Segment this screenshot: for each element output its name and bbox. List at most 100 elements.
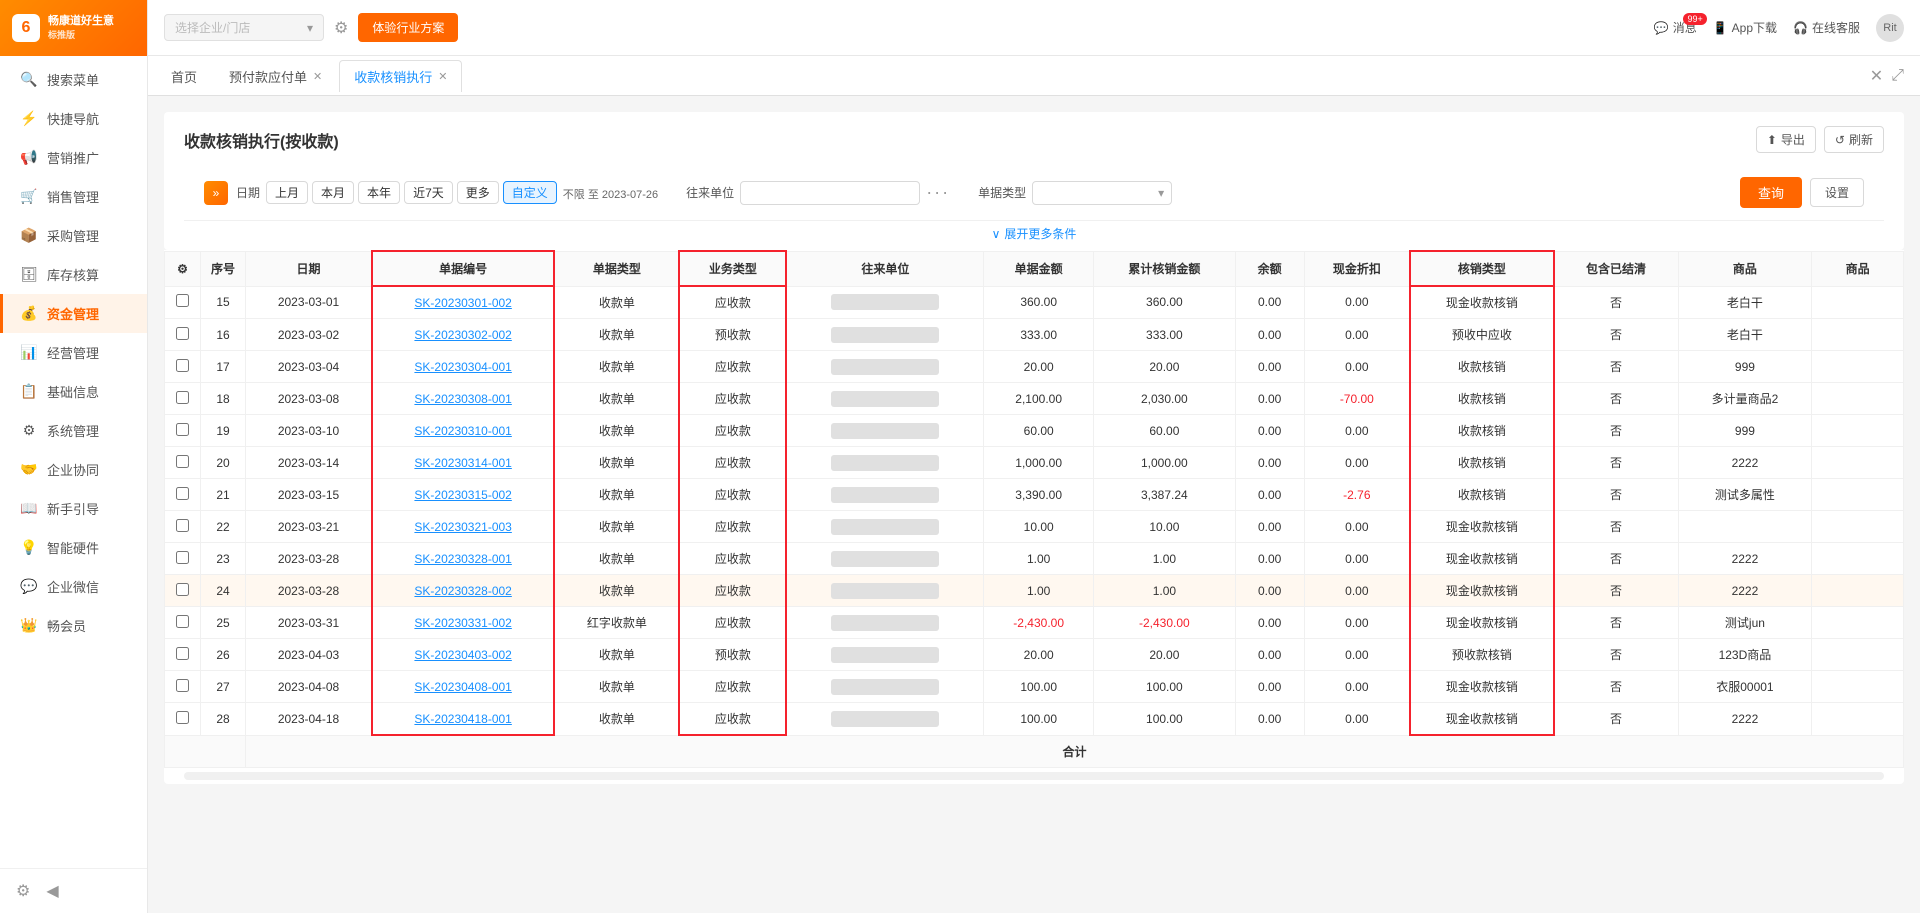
industry-solution-button[interactable]: 体验行业方案 — [358, 13, 458, 42]
tab-home[interactable]: 首页 — [156, 60, 212, 92]
cell-checkbox[interactable] — [165, 575, 201, 607]
expand-more-button[interactable]: ∨ 展开更多条件 — [992, 225, 1077, 242]
sidebar-item-快捷导航[interactable]: ⚡快捷导航 — [0, 99, 147, 138]
table-scroll-bar[interactable] — [184, 772, 1884, 780]
voucher-no-link[interactable]: SK-20230403-002 — [414, 648, 511, 662]
voucher-no-link[interactable]: SK-20230408-001 — [414, 680, 511, 694]
partner-dots[interactable]: ··· — [926, 182, 950, 203]
cell-voucher-type: 收款单 — [554, 575, 679, 607]
voucher-no-link[interactable]: SK-20230321-003 — [414, 520, 511, 534]
message-button[interactable]: 💬 消息 99+ — [1654, 19, 1697, 36]
cell-checkbox[interactable] — [165, 607, 201, 639]
tab-prepayment[interactable]: 预付款应付单 ✕ — [214, 60, 337, 92]
voucher-no-link[interactable]: SK-20230302-002 — [414, 328, 511, 342]
sidebar-item-销售管理[interactable]: 🛒销售管理 — [0, 177, 147, 216]
cell-checkbox[interactable] — [165, 286, 201, 319]
cell-goods: 999 — [1678, 351, 1812, 383]
cell-checkbox[interactable] — [165, 383, 201, 415]
cell-goods: 测试jun — [1678, 607, 1812, 639]
cell-amount: 60.00 — [984, 415, 1093, 447]
date-btn-this-month[interactable]: 本月 — [312, 181, 354, 204]
app-download-button[interactable]: 📱 App下载 — [1713, 19, 1777, 36]
sidebar-item-经营管理[interactable]: 📊经营管理 — [0, 333, 147, 372]
filter-bar: » 日期 上月 本月 本年 近7天 更多 自定义 不限 至 2023-07-26 — [184, 165, 1884, 221]
cell-writeoff-amount: 1,000.00 — [1093, 447, 1235, 479]
cell-checkbox[interactable] — [165, 447, 201, 479]
sidebar-item-库存核算[interactable]: 🗄库存核算 — [0, 255, 147, 294]
voucher-no-link[interactable]: SK-20230314-001 — [414, 456, 511, 470]
table-body: 15 2023-03-01 SK-20230301-002 收款单 应收款 ██… — [165, 286, 1904, 735]
cell-date: 2023-03-28 — [246, 543, 373, 575]
cell-writeoff-type: 现金收款核销 — [1410, 671, 1553, 703]
partner-filter-input[interactable] — [740, 181, 920, 205]
sidebar-icon-12: 💡 — [19, 539, 39, 556]
table-row: 17 2023-03-04 SK-20230304-001 收款单 应收款 ██… — [165, 351, 1904, 383]
sidebar-item-资金管理[interactable]: 💰资金管理 — [0, 294, 147, 333]
tab-expand-icon[interactable]: ⤢ — [1891, 67, 1904, 85]
cell-checkbox[interactable] — [165, 639, 201, 671]
cell-goods2 — [1812, 383, 1904, 415]
cell-amount: 333.00 — [984, 319, 1093, 351]
page-title: 收款核销执行(按收款) — [184, 128, 339, 152]
tab-prepayment-close[interactable]: ✕ — [313, 70, 322, 83]
customer-service-button[interactable]: 🎧 在线客服 — [1793, 19, 1860, 36]
date-btn-custom[interactable]: 自定义 — [503, 181, 557, 204]
cell-biz-type: 预收款 — [679, 639, 786, 671]
sidebar-item-新手引导[interactable]: 📖新手引导 — [0, 489, 147, 528]
refresh-button[interactable]: ↺ 刷新 — [1824, 126, 1884, 153]
collapse-icon[interactable]: ◀ — [46, 881, 58, 901]
sidebar-item-搜索菜单[interactable]: 🔍搜索菜单 — [0, 60, 147, 99]
voucher-no-link[interactable]: SK-20230308-001 — [414, 392, 511, 406]
sidebar-item-采购管理[interactable]: 📦采购管理 — [0, 216, 147, 255]
voucher-no-link[interactable]: SK-20230418-001 — [414, 712, 511, 726]
table-row: 15 2023-03-01 SK-20230301-002 收款单 应收款 ██… — [165, 286, 1904, 319]
col-gear[interactable]: ⚙ — [165, 251, 201, 286]
voucher-no-link[interactable]: SK-20230315-002 — [414, 488, 511, 502]
cell-checkbox[interactable] — [165, 479, 201, 511]
voucher-no-link[interactable]: SK-20230310-001 — [414, 424, 511, 438]
voucher-no-link[interactable]: SK-20230301-002 — [414, 296, 511, 310]
cell-voucher-type: 收款单 — [554, 319, 679, 351]
cell-cash-discount: -2.76 — [1304, 479, 1410, 511]
settings-icon[interactable]: ⚙ — [16, 881, 30, 901]
cell-checkbox[interactable] — [165, 319, 201, 351]
date-btn-last-month[interactable]: 上月 — [266, 181, 308, 204]
cell-checkbox[interactable] — [165, 671, 201, 703]
cell-checkbox[interactable] — [165, 415, 201, 447]
user-avatar[interactable]: Rit — [1876, 14, 1904, 42]
sidebar-item-企业微信[interactable]: 💬企业微信 — [0, 567, 147, 606]
date-quick-options: 上月 本月 本年 近7天 更多 自定义 — [266, 181, 557, 204]
export-button[interactable]: ⬆ 导出 — [1756, 126, 1816, 153]
sidebar-label-10: 企业协同 — [47, 460, 99, 479]
enterprise-selector[interactable]: 选择企业/门店 ▾ — [164, 14, 324, 41]
voucher-no-link[interactable]: SK-20230331-002 — [414, 616, 511, 630]
date-btn-this-year[interactable]: 本年 — [358, 181, 400, 204]
sidebar-item-营销推广[interactable]: 📢营销推广 — [0, 138, 147, 177]
sidebar-item-系统管理[interactable]: ⚙系统管理 — [0, 411, 147, 450]
date-btn-7days[interactable]: 近7天 — [404, 181, 453, 204]
cell-voucher-no: SK-20230314-001 — [372, 447, 554, 479]
tab-close-icon[interactable]: ✕ — [1870, 66, 1883, 86]
voucher-no-link[interactable]: SK-20230328-002 — [414, 584, 511, 598]
cell-checkbox[interactable] — [165, 511, 201, 543]
cell-goods2 — [1812, 511, 1904, 543]
date-btn-more[interactable]: 更多 — [457, 181, 499, 204]
cell-checkbox[interactable] — [165, 543, 201, 575]
tab-writeoff-close[interactable]: ✕ — [438, 70, 447, 83]
cell-checkbox[interactable] — [165, 703, 201, 736]
sidebar-item-基础信息[interactable]: 📋基础信息 — [0, 372, 147, 411]
query-button[interactable]: 查询 — [1740, 177, 1802, 208]
cell-checkbox[interactable] — [165, 351, 201, 383]
filter-expand-button[interactable]: » — [204, 181, 228, 205]
cell-goods2 — [1812, 447, 1904, 479]
tab-writeoff[interactable]: 收款核销执行 ✕ — [339, 60, 462, 92]
sidebar-item-智能硬件[interactable]: 💡智能硬件 — [0, 528, 147, 567]
gear-icon[interactable]: ⚙ — [334, 18, 348, 38]
sidebar-item-企业协同[interactable]: 🤝企业协同 — [0, 450, 147, 489]
voucher-no-link[interactable]: SK-20230328-001 — [414, 552, 511, 566]
voucher-no-link[interactable]: SK-20230304-001 — [414, 360, 511, 374]
cell-amount: 20.00 — [984, 351, 1093, 383]
sidebar-item-畅会员[interactable]: 👑畅会员 — [0, 606, 147, 645]
voucher-type-select[interactable] — [1032, 181, 1172, 205]
setting-button[interactable]: 设置 — [1810, 178, 1864, 207]
